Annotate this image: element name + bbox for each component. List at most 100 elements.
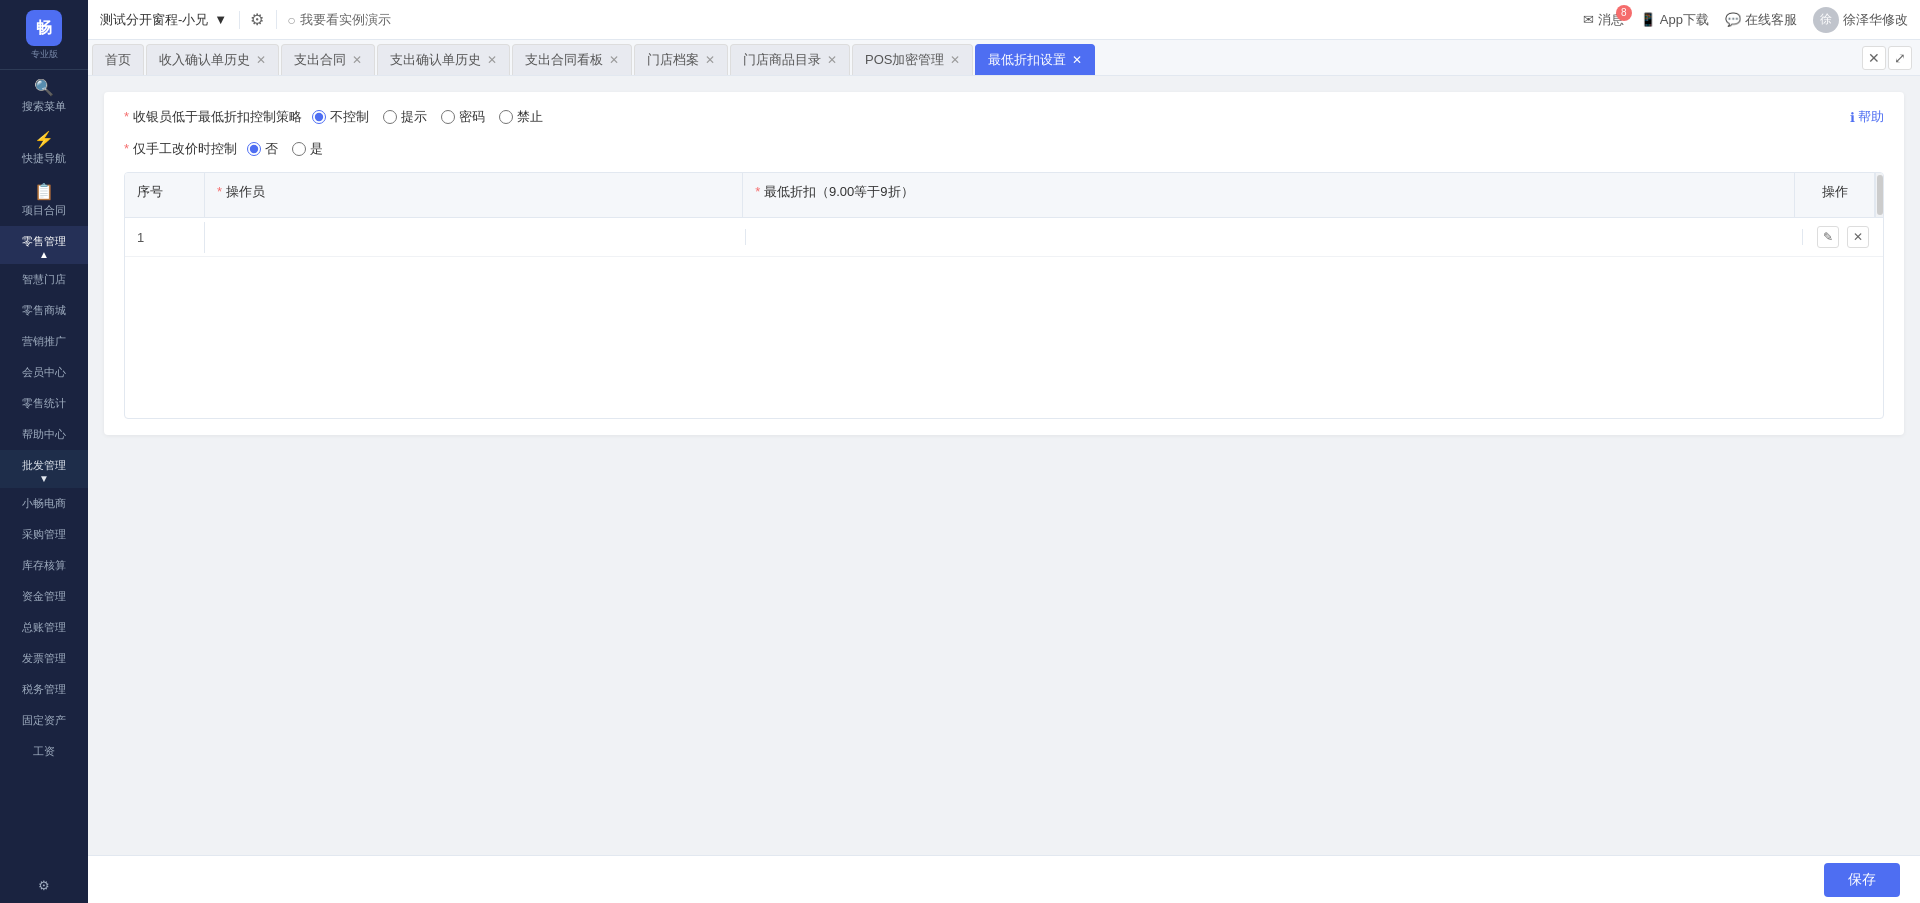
sidebar-item-marketing[interactable]: 营销推广 [0, 326, 88, 357]
save-button[interactable]: 保存 [1824, 863, 1900, 897]
messages-button[interactable]: ✉ 消息 8 [1583, 11, 1624, 29]
messages-badge: 8 [1616, 5, 1632, 21]
radio-forbid-input[interactable] [499, 110, 513, 124]
sidebar-item-label: 小畅电商 [22, 496, 66, 511]
demo-link[interactable]: ○ 我要看实例演示 [287, 11, 1573, 29]
sidebar-item-ecommerce[interactable]: 小畅电商 [0, 488, 88, 519]
sidebar-item-member[interactable]: 会员中心 [0, 357, 88, 388]
th-actions: 操作 [1795, 173, 1875, 217]
close-icon[interactable]: ✕ [487, 54, 497, 66]
sidebar-item-search[interactable]: 🔍 搜索菜单 [0, 70, 88, 122]
online-service-button[interactable]: 💬 在线客服 [1725, 11, 1797, 29]
tab-label: 首页 [105, 51, 131, 69]
close-icon[interactable]: ✕ [950, 54, 960, 66]
chevron-down-icon: ▼ [39, 473, 49, 484]
sidebar-item-help[interactable]: 帮助中心 [0, 419, 88, 450]
tab-store-products[interactable]: 门店商品目录 ✕ [730, 44, 850, 76]
scroll-thumb[interactable] [1877, 175, 1883, 215]
tab-label: 最低折扣设置 [988, 51, 1066, 69]
project-icon: 📋 [34, 182, 54, 201]
settings-icon: ⚙ [38, 878, 50, 893]
sidebar-item-retail-stats[interactable]: 零售统计 [0, 388, 88, 419]
close-icon[interactable]: ✕ [256, 54, 266, 66]
radio-yes-input[interactable] [292, 142, 306, 156]
radio-no-control[interactable]: 不控制 [312, 108, 369, 126]
sidebar-item-label: 发票管理 [22, 651, 66, 666]
close-icon[interactable]: ✕ [609, 54, 619, 66]
sidebar-item-fixed-assets[interactable]: 固定资产 [0, 705, 88, 736]
radio-password[interactable]: 密码 [441, 108, 485, 126]
help-link[interactable]: ℹ 帮助 [1850, 108, 1884, 126]
chevron-down-icon: ▼ [214, 12, 227, 27]
sidebar-item-label: 营销推广 [22, 334, 66, 349]
topbar: 测试分开窗程-小兄 ▼ ⚙ ○ 我要看实例演示 ✉ 消息 8 📱 App下载 💬… [88, 0, 1920, 40]
cashier-policy-label: 收银员低于最低折扣控制策略 [124, 108, 302, 126]
main-area: 测试分开窗程-小兄 ▼ ⚙ ○ 我要看实例演示 ✉ 消息 8 📱 App下载 💬… [88, 0, 1920, 903]
app-download-button[interactable]: 📱 App下载 [1640, 11, 1709, 29]
tabbar: 首页 收入确认单历史 ✕ 支出合同 ✕ 支出确认单历史 ✕ 支出合同看板 ✕ 门… [88, 40, 1920, 76]
th-operator: 操作员 [205, 173, 743, 217]
radio-yes-label: 是 [310, 140, 323, 158]
td-actions: ✎ ✕ [1803, 218, 1883, 256]
sidebar-item-invoice[interactable]: 发票管理 [0, 643, 88, 674]
tab-payment-confirm-history[interactable]: 支出确认单历史 ✕ [377, 44, 510, 76]
tabbar-controls: ✕ ⤢ [1862, 46, 1920, 70]
sidebar-item-salary[interactable]: 工资 [0, 736, 88, 767]
tab-store-file[interactable]: 门店档案 ✕ [634, 44, 728, 76]
tab-label: 门店档案 [647, 51, 699, 69]
tab-min-discount[interactable]: 最低折扣设置 ✕ [975, 44, 1095, 76]
bottom-toolbar: 保存 [88, 855, 1920, 903]
message-icon: ✉ [1583, 12, 1594, 27]
sidebar-item-wholesale[interactable]: 批发管理 ▼ [0, 450, 88, 488]
radio-no-control-input[interactable] [312, 110, 326, 124]
radio-no-input[interactable] [247, 142, 261, 156]
tab-label: POS加密管理 [865, 51, 944, 69]
radio-no-label: 否 [265, 140, 278, 158]
td-seq: 1 [125, 222, 205, 253]
sidebar-item-inventory[interactable]: 库存核算 [0, 550, 88, 581]
table-scrollbar [1875, 173, 1883, 217]
close-icon[interactable]: ✕ [1072, 54, 1082, 66]
tab-close-button[interactable]: ✕ [1862, 46, 1886, 70]
radio-prompt-input[interactable] [383, 110, 397, 124]
sidebar-item-quicknav[interactable]: ⚡ 快捷导航 [0, 122, 88, 174]
user-name: 徐泽华修改 [1843, 11, 1908, 29]
sidebar-item-retail[interactable]: 零售管理 ▲ [0, 226, 88, 264]
sidebar-item-finance[interactable]: 资金管理 [0, 581, 88, 612]
demo-text: 我要看实例演示 [300, 11, 391, 29]
topbar-settings-button[interactable]: ⚙ [250, 10, 277, 29]
sidebar-item-retail-mall[interactable]: 零售商城 [0, 295, 88, 326]
project-name: 测试分开窗程-小兄 [100, 11, 208, 29]
sidebar-item-project[interactable]: 📋 项目合同 [0, 174, 88, 226]
sidebar-item-ledger[interactable]: 总账管理 [0, 612, 88, 643]
sidebar-item-label: 工资 [33, 744, 55, 759]
tab-home[interactable]: 首页 [92, 44, 144, 76]
radio-prompt[interactable]: 提示 [383, 108, 427, 126]
sidebar-item-label: 智慧门店 [22, 272, 66, 287]
tab-income-history[interactable]: 收入确认单历史 ✕ [146, 44, 279, 76]
th-min-discount: 最低折扣（9.00等于9折） [743, 173, 1795, 217]
sidebar-settings[interactable]: ⚙ [0, 868, 88, 903]
manual-price-row: 仅手工改价时控制 否 是 [124, 140, 1884, 158]
logo-icon: 畅 [26, 10, 62, 46]
user-menu[interactable]: 徐 徐泽华修改 [1813, 7, 1908, 33]
radio-password-input[interactable] [441, 110, 455, 124]
tab-pos-password[interactable]: POS加密管理 ✕ [852, 44, 973, 76]
close-icon[interactable]: ✕ [352, 54, 362, 66]
sidebar-item-label: 搜索菜单 [22, 99, 66, 114]
edit-button[interactable]: ✎ [1817, 226, 1839, 248]
close-icon[interactable]: ✕ [705, 54, 715, 66]
tab-expand-button[interactable]: ⤢ [1888, 46, 1912, 70]
delete-button[interactable]: ✕ [1847, 226, 1869, 248]
radio-no[interactable]: 否 [247, 140, 278, 158]
radio-forbid[interactable]: 禁止 [499, 108, 543, 126]
project-selector[interactable]: 测试分开窗程-小兄 ▼ [100, 11, 240, 29]
sidebar-item-tax[interactable]: 税务管理 [0, 674, 88, 705]
tab-payment-contract-board[interactable]: 支出合同看板 ✕ [512, 44, 632, 76]
close-icon[interactable]: ✕ [827, 54, 837, 66]
sidebar-item-smart-store[interactable]: 智慧门店 [0, 264, 88, 295]
sidebar-item-purchase[interactable]: 采购管理 [0, 519, 88, 550]
td-operator [205, 229, 746, 245]
tab-payment-contract[interactable]: 支出合同 ✕ [281, 44, 375, 76]
radio-yes[interactable]: 是 [292, 140, 323, 158]
